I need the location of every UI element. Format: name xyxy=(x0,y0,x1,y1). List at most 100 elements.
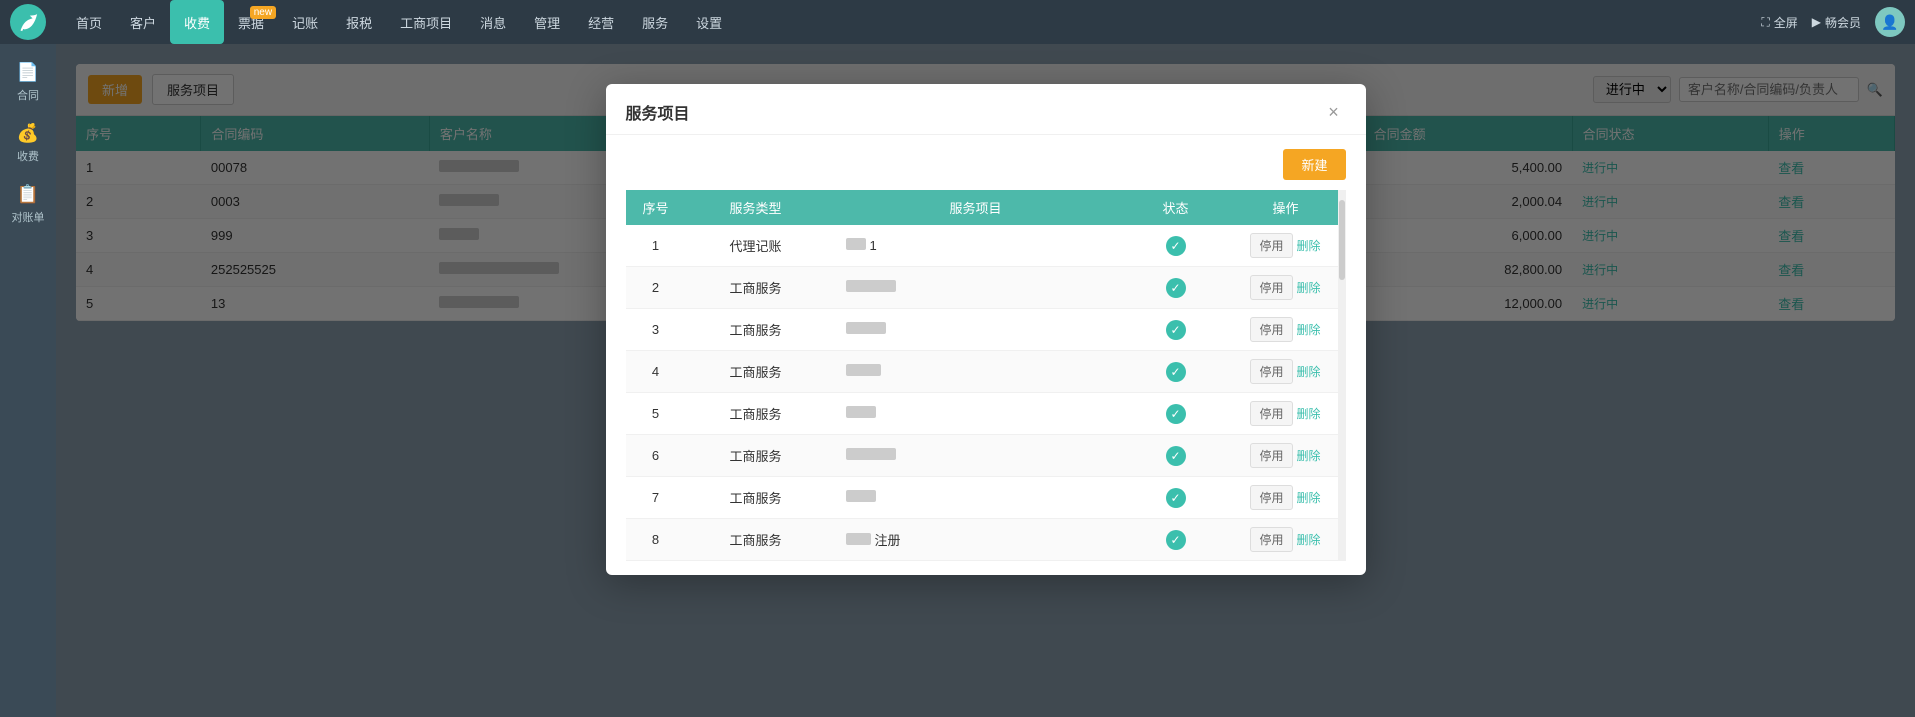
sidebar: 📄 合同 💰 收费 📋 对账单 xyxy=(0,44,56,717)
status-check-icon: ✓ xyxy=(1166,278,1186,298)
nav-fee[interactable]: 收费 xyxy=(170,0,224,44)
service-items-modal: 服务项目 × 新建 序号 服务类型 服务项目 xyxy=(606,84,1366,575)
status-check-icon: ✓ xyxy=(1166,404,1186,424)
list-icon: 📋 xyxy=(17,184,39,205)
modal-toolbar: 新建 xyxy=(626,149,1346,180)
modal-cell-status: ✓ xyxy=(1126,351,1226,393)
avatar[interactable]: 👤 xyxy=(1875,7,1905,37)
modal-cell-status: ✓ xyxy=(1126,519,1226,561)
modal-cell-action: 停用删除 xyxy=(1226,351,1346,393)
modal-cell-seq: 6 xyxy=(626,435,686,477)
nav-tax[interactable]: 报税 xyxy=(332,0,386,44)
modal-cell-seq: 7 xyxy=(626,477,686,519)
delete-button[interactable]: 删除 xyxy=(1297,447,1321,464)
content-area: 新增 服务项目 进行中 已完成 已终止 🔍 序号 合同编码 xyxy=(56,44,1915,717)
modal-cell-action: 停用删除 xyxy=(1226,309,1346,351)
modal-cell-status: ✓ xyxy=(1126,435,1226,477)
status-check-icon: ✓ xyxy=(1166,488,1186,508)
delete-button[interactable]: 删除 xyxy=(1297,279,1321,296)
modal-cell-type: 代理记账 xyxy=(686,225,826,267)
nav-settings[interactable]: 设置 xyxy=(682,0,736,44)
modal-cell-type: 工商服务 xyxy=(686,393,826,435)
nav-operation[interactable]: 经营 xyxy=(574,0,628,44)
modal-cell-type: 工商服务 xyxy=(686,309,826,351)
delete-button[interactable]: 删除 xyxy=(1297,489,1321,506)
nav-invoice[interactable]: 票据 new xyxy=(224,0,278,44)
stop-button[interactable]: 停用 xyxy=(1250,359,1292,384)
modal-body: 新建 序号 服务类型 服务项目 状态 操作 xyxy=(606,135,1366,575)
stop-button[interactable]: 停用 xyxy=(1250,275,1292,300)
modal-cell-item xyxy=(826,477,1126,519)
stop-button[interactable]: 停用 xyxy=(1250,401,1292,426)
modal-cell-status: ✓ xyxy=(1126,393,1226,435)
nav-service[interactable]: 服务 xyxy=(628,0,682,44)
stop-button[interactable]: 停用 xyxy=(1250,485,1292,510)
modal-cell-item xyxy=(826,393,1126,435)
modal-cell-action: 停用删除 xyxy=(1226,519,1346,561)
modal-cell-type: 工商服务 xyxy=(686,519,826,561)
modal-cell-seq: 5 xyxy=(626,393,686,435)
stop-button[interactable]: 停用 xyxy=(1250,233,1292,258)
delete-button[interactable]: 删除 xyxy=(1297,237,1321,254)
modal-cell-item: 注册 xyxy=(826,519,1126,561)
modal-col-status: 状态 xyxy=(1126,190,1226,225)
modal-col-seq: 序号 xyxy=(626,190,686,225)
app-logo[interactable] xyxy=(10,4,46,40)
modal-cell-item xyxy=(826,351,1126,393)
modal-cell-type: 工商服务 xyxy=(686,351,826,393)
status-check-icon: ✓ xyxy=(1166,362,1186,382)
vip-icon: ▶ xyxy=(1812,15,1821,29)
modal-cell-status: ✓ xyxy=(1126,225,1226,267)
modal-col-action: 操作 xyxy=(1226,190,1346,225)
modal-cell-action: 停用删除 xyxy=(1226,393,1346,435)
modal-new-button[interactable]: 新建 xyxy=(1283,149,1345,180)
stop-button[interactable]: 停用 xyxy=(1250,527,1292,552)
modal-header: 服务项目 × xyxy=(606,84,1366,135)
vip-button[interactable]: ▶ 畅会员 xyxy=(1812,14,1861,31)
modal-cell-status: ✓ xyxy=(1126,309,1226,351)
nav-message[interactable]: 消息 xyxy=(466,0,520,44)
list-item: 2 工商服务 ✓ 停用删除 xyxy=(626,267,1346,309)
list-item: 8 工商服务 注册 ✓ 停用删除 xyxy=(626,519,1346,561)
list-item: 7 工商服务 ✓ 停用删除 xyxy=(626,477,1346,519)
document-icon: 📄 xyxy=(17,62,39,83)
list-item: 4 工商服务 ✓ 停用删除 xyxy=(626,351,1346,393)
delete-button[interactable]: 删除 xyxy=(1297,531,1321,548)
modal-cell-seq: 4 xyxy=(626,351,686,393)
nav-items: 首页 客户 收费 票据 new 记账 报税 工商项目 消息 管理 经营 服务 设… xyxy=(62,0,1761,44)
nav-right: ⛶ 全屏 ▶ 畅会员 👤 xyxy=(1761,7,1905,37)
modal-cell-seq: 2 xyxy=(626,267,686,309)
modal-cell-action: 停用删除 xyxy=(1226,225,1346,267)
nav-manage[interactable]: 管理 xyxy=(520,0,574,44)
modal-cell-item xyxy=(826,267,1126,309)
modal-cell-seq: 1 xyxy=(626,225,686,267)
modal-cell-seq: 3 xyxy=(626,309,686,351)
modal-cell-item xyxy=(826,435,1126,477)
sidebar-item-contract[interactable]: 📄 合同 xyxy=(3,54,53,111)
delete-button[interactable]: 删除 xyxy=(1297,405,1321,422)
stop-button[interactable]: 停用 xyxy=(1250,317,1292,342)
scrollbar-track[interactable] xyxy=(1338,190,1346,561)
nav-client[interactable]: 客户 xyxy=(116,0,170,44)
list-item: 1 代理记账 1 ✓ 停用删除 xyxy=(626,225,1346,267)
new-badge: new xyxy=(250,6,276,19)
delete-button[interactable]: 删除 xyxy=(1297,363,1321,380)
fullscreen-button[interactable]: ⛶ 全屏 xyxy=(1761,14,1797,31)
money-icon: 💰 xyxy=(17,123,39,144)
stop-button[interactable]: 停用 xyxy=(1250,443,1292,468)
main-layout: 📄 合同 💰 收费 📋 对账单 新增 服务项目 进行中 已完成 已终止 xyxy=(0,44,1915,717)
scrollbar-thumb[interactable] xyxy=(1339,200,1345,280)
nav-home[interactable]: 首页 xyxy=(62,0,116,44)
delete-button[interactable]: 删除 xyxy=(1297,321,1321,338)
modal-cell-action: 停用删除 xyxy=(1226,477,1346,519)
nav-bookkeeping[interactable]: 记账 xyxy=(278,0,332,44)
sidebar-item-fee[interactable]: 💰 收费 xyxy=(3,115,53,172)
modal-cell-type: 工商服务 xyxy=(686,477,826,519)
nav-industry[interactable]: 工商项目 xyxy=(386,0,466,44)
modal-cell-seq: 8 xyxy=(626,519,686,561)
modal-cell-item: 1 xyxy=(826,225,1126,267)
modal-close-button[interactable]: × xyxy=(1322,100,1346,124)
modal-cell-item xyxy=(826,309,1126,351)
list-item: 5 工商服务 ✓ 停用删除 xyxy=(626,393,1346,435)
sidebar-item-statement[interactable]: 📋 对账单 xyxy=(3,176,53,233)
